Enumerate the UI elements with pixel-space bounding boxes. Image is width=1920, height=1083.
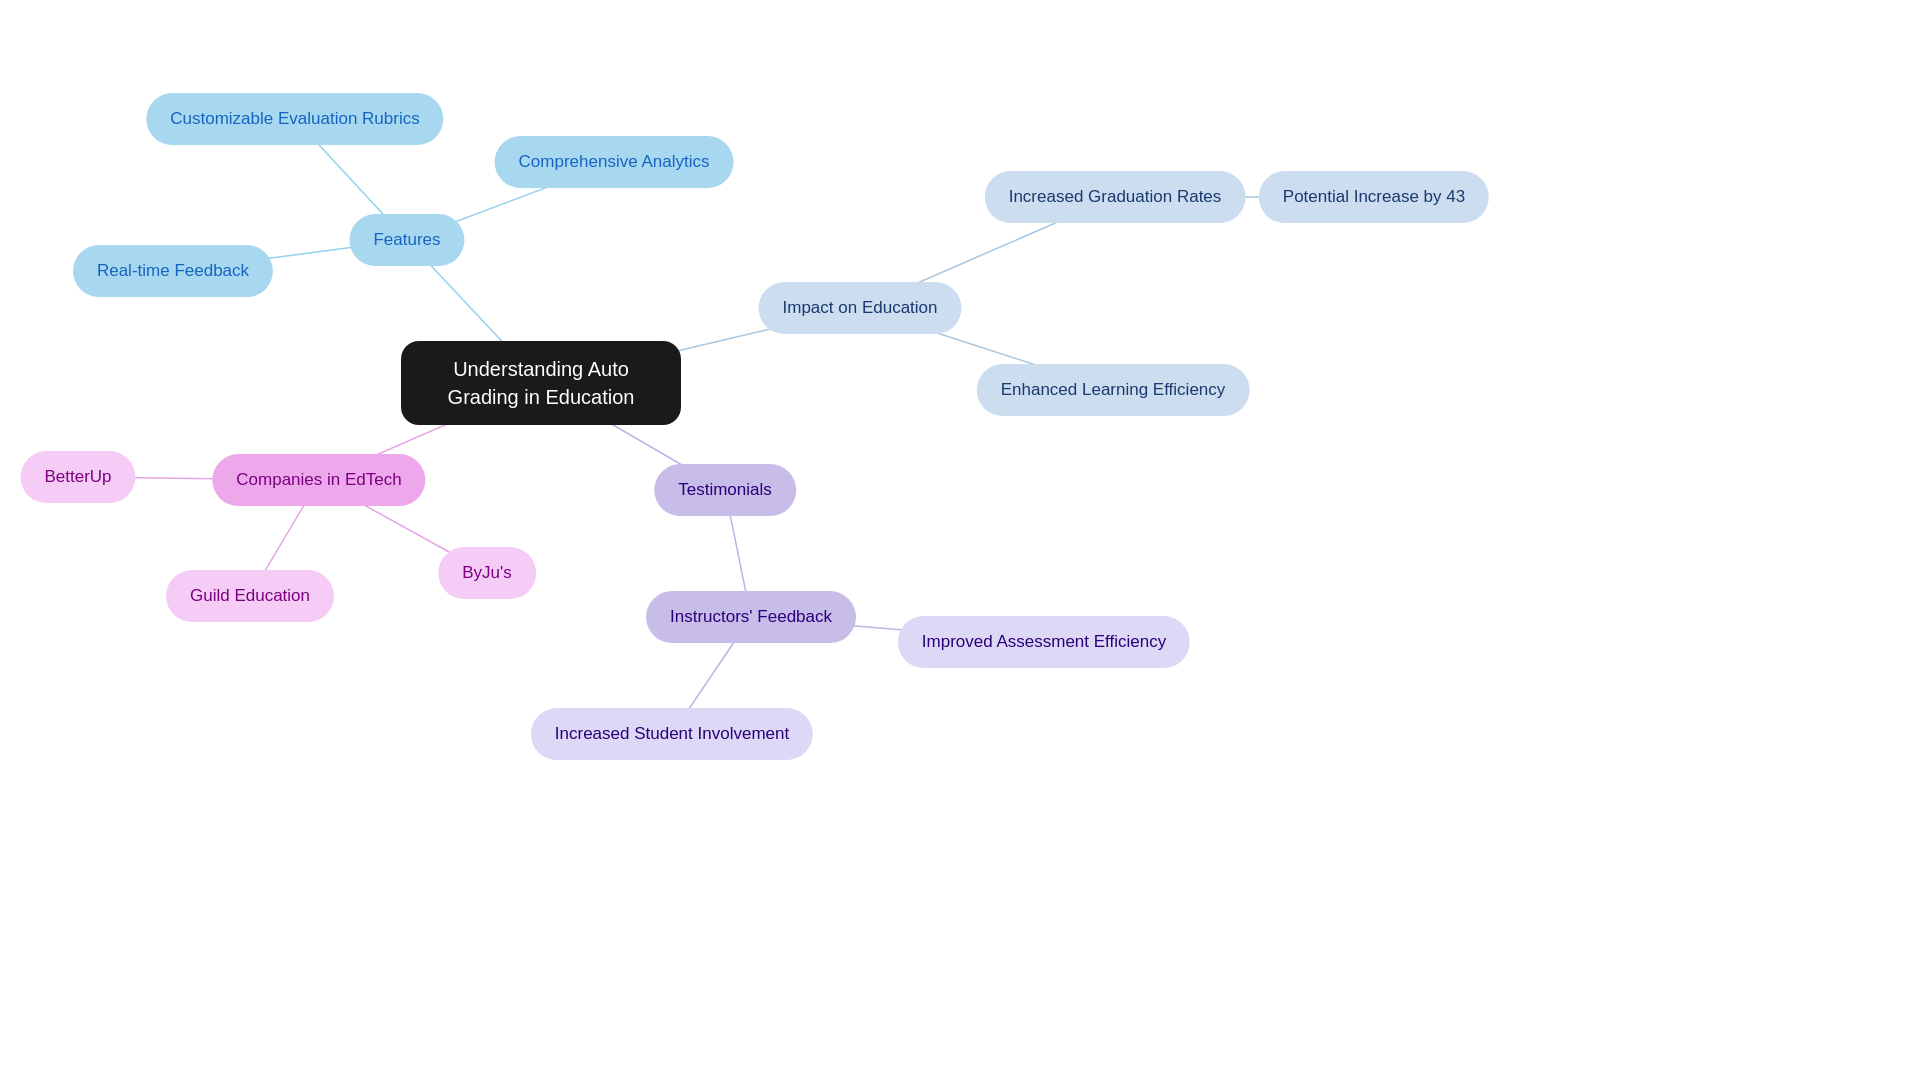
mindmap-container: Understanding Auto Grading in Education F… [0, 0, 1920, 1083]
node-center[interactable]: Understanding Auto Grading in Education [401, 341, 681, 425]
node-impact[interactable]: Impact on Education [759, 282, 962, 334]
node-student[interactable]: Increased Student Involvement [531, 708, 813, 760]
node-customizable[interactable]: Customizable Evaluation Rubrics [146, 93, 443, 145]
node-testimonials[interactable]: Testimonials [654, 464, 796, 516]
node-comprehensive[interactable]: Comprehensive Analytics [495, 136, 734, 188]
node-improved[interactable]: Improved Assessment Efficiency [898, 616, 1190, 668]
node-realtime[interactable]: Real-time Feedback [73, 245, 273, 297]
node-enhanced[interactable]: Enhanced Learning Efficiency [977, 364, 1250, 416]
node-guild[interactable]: Guild Education [166, 570, 334, 622]
node-instructors[interactable]: Instructors' Feedback [646, 591, 856, 643]
node-graduation[interactable]: Increased Graduation Rates [985, 171, 1246, 223]
node-potential[interactable]: Potential Increase by 43 [1259, 171, 1489, 223]
node-betterup[interactable]: BetterUp [20, 451, 135, 503]
node-features[interactable]: Features [349, 214, 464, 266]
node-companies[interactable]: Companies in EdTech [212, 454, 425, 506]
node-byjus[interactable]: ByJu's [438, 547, 536, 599]
connections-svg [0, 0, 1920, 1083]
